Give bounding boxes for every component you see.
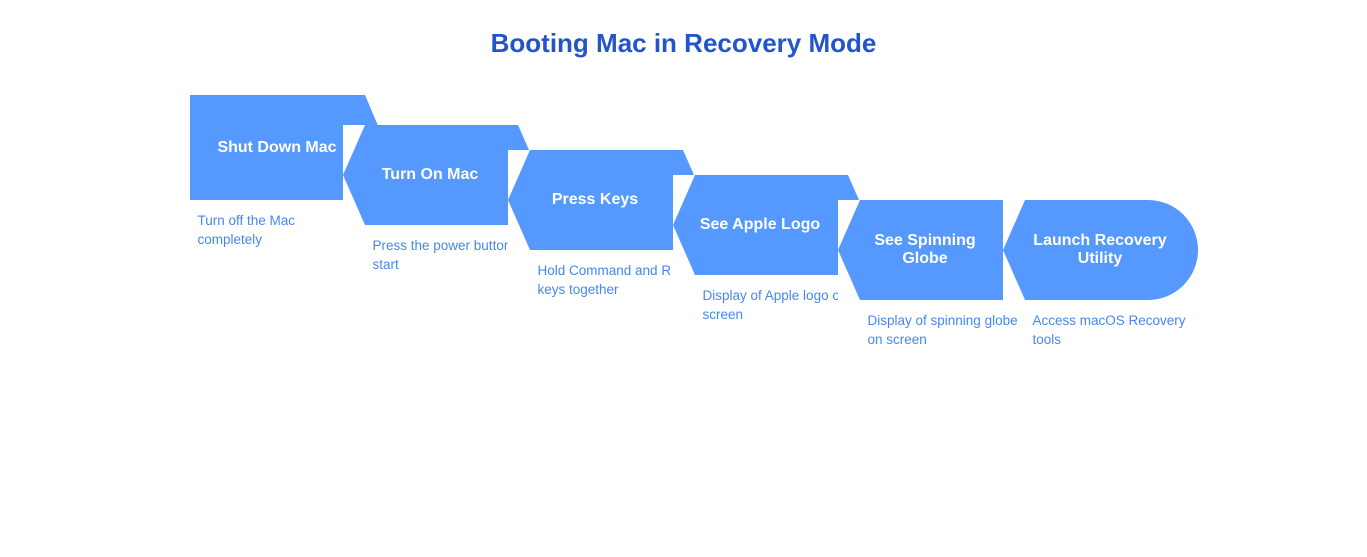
step-1-wrapper: Shut Down Mac Turn off the Mac completel…	[190, 95, 365, 250]
step-1-arrow: Shut Down Mac	[190, 95, 365, 200]
step-1-description: Turn off the Mac completely	[190, 212, 355, 250]
step-6-description: Access macOS Recovery tools	[1025, 312, 1190, 350]
step-5-description: Display of spinning globe on screen	[860, 312, 1025, 350]
step-3-description: Hold Command and R keys together	[530, 262, 695, 300]
step-1-label: Shut Down Mac	[209, 139, 344, 157]
step-2-description: Press the power button to start	[365, 237, 530, 275]
step-4-label: See Apple Logo	[692, 216, 828, 234]
step-5-label: See Spinning Globe	[848, 232, 1003, 268]
step-3-label: Press Keys	[544, 191, 646, 209]
step-4-description: Display of Apple logo on screen	[695, 287, 860, 325]
flow-container: Shut Down Mac Turn off the Mac completel…	[190, 95, 1198, 350]
page-title: Booting Mac in Recovery Mode	[491, 28, 877, 59]
step-6-label: Launch Recovery Utility	[1013, 232, 1188, 268]
step-2-label: Turn On Mac	[374, 166, 487, 184]
